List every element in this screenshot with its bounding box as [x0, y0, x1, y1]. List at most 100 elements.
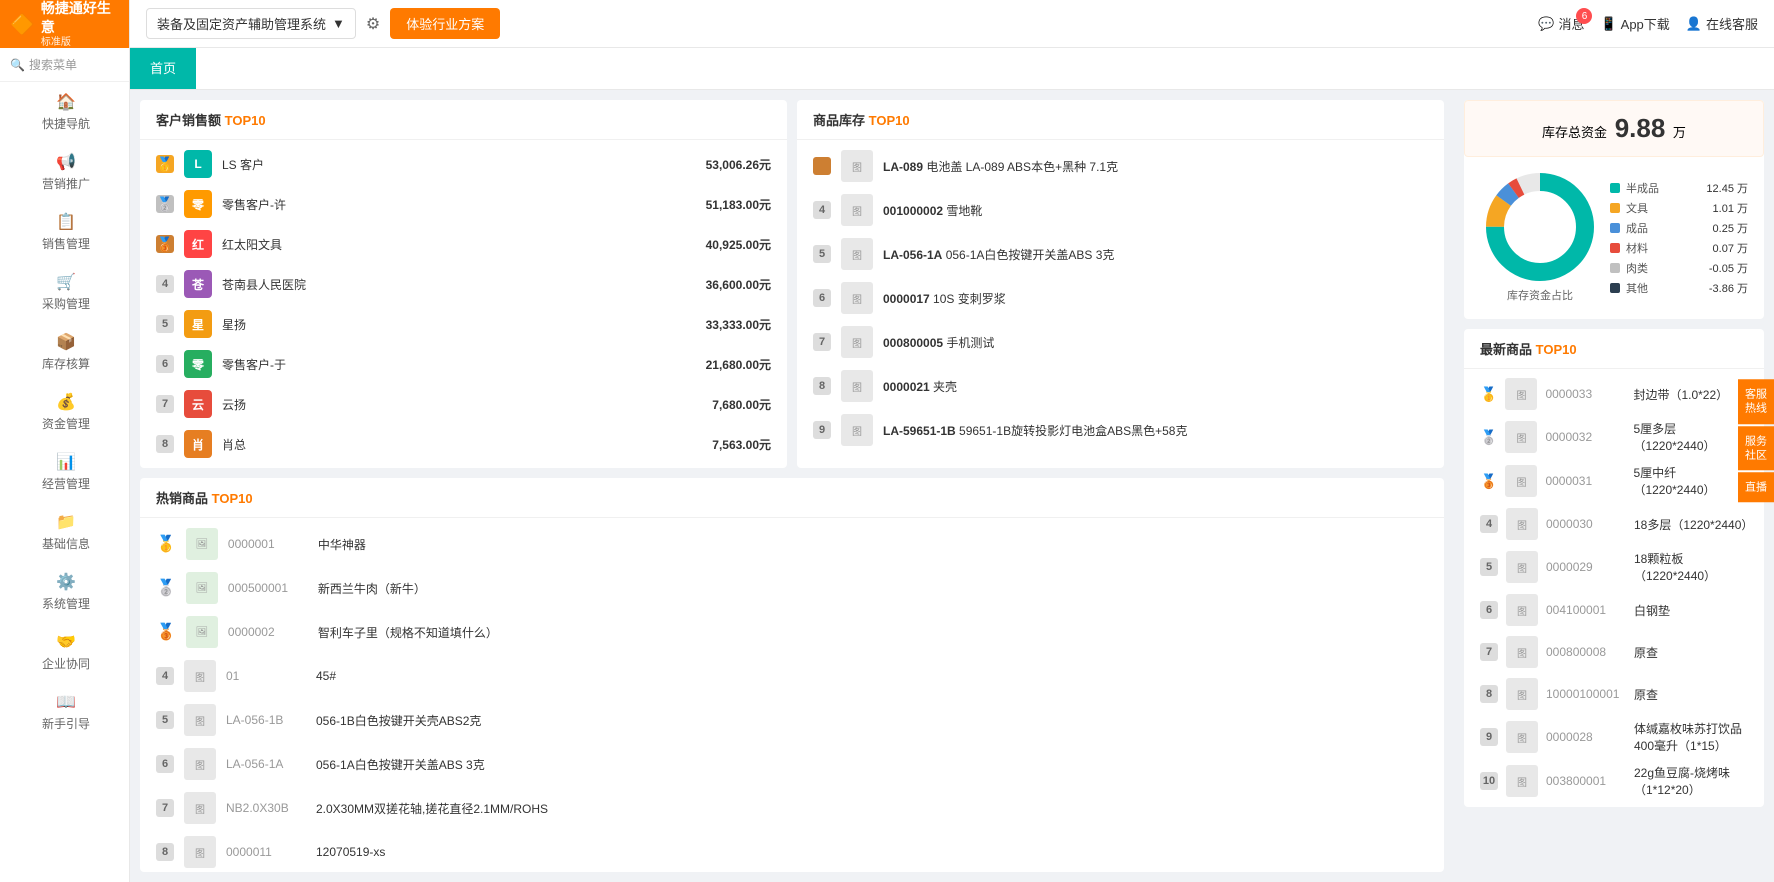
legend-name: 材料 — [1626, 240, 1707, 256]
new-product-image: 图 — [1506, 594, 1538, 626]
product-thumbnail: 🖼 — [186, 528, 218, 560]
hot-product-item: 🥉 🖼 0000002 智利车子里（规格不知道填什么） — [140, 610, 1444, 654]
new-product-image: 图 — [1506, 721, 1538, 753]
product-name: 056-1B白色按键开关壳ABS2克 — [316, 712, 1428, 729]
legend-item: 成品 0.25 万 — [1610, 220, 1748, 236]
new-product-name: 18颗粒板（1220*2440） — [1634, 550, 1748, 584]
rank-number: 5 — [813, 245, 831, 263]
tab-home[interactable]: 首页 — [130, 48, 196, 89]
legend-value: 1.01 万 — [1713, 200, 1748, 216]
product-code: 01 — [226, 669, 306, 683]
hot-product-item: 4 图 01 45# — [140, 654, 1444, 698]
sidebar-item-经营管理[interactable]: 📊 经营管理 — [0, 442, 129, 502]
nav-icon: 📋 — [56, 212, 76, 232]
product-thumbnail: 🖼 — [186, 616, 218, 648]
inventory-total-card: 库存总资金 9.88 万 — [1464, 100, 1764, 319]
customer-rank-item: 4 苍 苍南县人民医院 36,600.00元 — [140, 264, 787, 304]
product-name: 中华神器 — [318, 536, 1428, 553]
rank-number: 🥇 — [156, 155, 174, 173]
product-thumbnail: 🖼 — [186, 572, 218, 604]
sidebar-item-企业协同[interactable]: 🤝 企业协同 — [0, 622, 129, 682]
sidebar-item-营销推广[interactable]: 📢 营销推广 — [0, 142, 129, 202]
rank-number: 7 — [813, 333, 831, 351]
hot-products-header: 热销商品 TOP10 — [140, 478, 1444, 518]
customer-name: 零售客户-于 — [222, 356, 696, 373]
nav-label: 采购管理 — [42, 295, 90, 312]
legend-name: 成品 — [1626, 220, 1707, 236]
new-product-image: 图 — [1505, 465, 1537, 497]
main-area: 装备及固定资产辅助管理系统 ▼ ⚙ 体验行业方案 💬 消息 6 📱 App下载 … — [130, 0, 1774, 882]
new-product-item: 5 图 0000029 18颗粒板（1220*2440） — [1464, 545, 1764, 589]
new-product-name: 体缄嘉枚味苏打饮品400毫升（1*15） — [1634, 720, 1748, 754]
new-product-name: 18多层（1220*2440） — [1634, 516, 1748, 533]
customer-avatar: 肖 — [184, 430, 212, 458]
new-product-item: 6 图 004100001 白钢垫 — [1464, 589, 1764, 631]
new-products-title: 最新商品 TOP10 — [1480, 339, 1577, 358]
hot-product-item: 8 图 0000011 12070519-xs — [140, 830, 1444, 872]
sidebar-item-库存核算[interactable]: 📦 库存核算 — [0, 322, 129, 382]
float-btn-直播[interactable]: 直播 — [1738, 472, 1774, 502]
new-product-name: 原查 — [1634, 686, 1748, 703]
online-service-btn[interactable]: 👤 在线客服 — [1686, 14, 1758, 33]
customer-value: 33,333.00元 — [706, 316, 771, 333]
new-products-card: 最新商品 TOP10 🥇 图 0000033 封边带（1.0*22） 🥈 图 0… — [1464, 329, 1764, 807]
settings-icon[interactable]: ⚙ — [366, 14, 380, 34]
donut-section: 库存资金占比 半成品 12.45 万 文具 1.01 万 成品 0.25 万 材… — [1464, 157, 1764, 319]
inventory-rank-item: 4 图 001000002 雪地靴 — [797, 188, 1444, 232]
legend-color — [1610, 203, 1620, 213]
trial-btn[interactable]: 体验行业方案 — [390, 8, 500, 39]
donut-sub-label: 库存资金占比 — [1507, 287, 1573, 309]
message-btn[interactable]: 💬 消息 6 — [1538, 14, 1584, 33]
customer-value: 21,680.00元 — [706, 356, 771, 373]
nav-label: 基础信息 — [42, 535, 90, 552]
new-product-name: 原查 — [1634, 644, 1748, 661]
customer-avatar: 零 — [184, 350, 212, 378]
customer-value: 51,183.00元 — [706, 196, 771, 213]
new-product-item: 9 图 0000028 体缄嘉枚味苏打饮品400毫升（1*15） — [1464, 715, 1764, 759]
product-thumbnail: 图 — [184, 704, 216, 736]
sidebar-item-快捷导航[interactable]: 🏠 快捷导航 — [0, 82, 129, 142]
app-download-btn[interactable]: 📱 App下载 — [1600, 14, 1669, 33]
rank-number: 7 — [156, 395, 174, 413]
customer-name: LS 客户 — [222, 156, 696, 173]
new-product-code: 003800001 — [1546, 774, 1626, 788]
customer-rank-list: 🥇 L LS 客户 53,006.26元 🥈 零 零售客户-许 51,183.0… — [140, 140, 787, 468]
inventory-top10-title: 商品库存 TOP10 — [813, 110, 910, 129]
rank-number: 🥉 — [156, 235, 174, 253]
sidebar-item-资金管理[interactable]: 💰 资金管理 — [0, 382, 129, 442]
new-product-item: 7 图 000800008 原查 — [1464, 631, 1764, 673]
chevron-down-icon: ▼ — [332, 16, 345, 31]
legend-color — [1610, 263, 1620, 273]
customer-value: 7,680.00元 — [712, 396, 771, 413]
hot-product-item: 🥇 🖼 0000001 中华神器 — [140, 522, 1444, 566]
float-btn-服务社区[interactable]: 服务社区 — [1738, 426, 1774, 471]
hot-products-title: 热销商品 TOP10 — [156, 488, 253, 507]
customer-avatar: 零 — [184, 190, 212, 218]
inventory-top10-card: 商品库存 TOP10 图 LA-089 电池盖 LA-089 ABS本色+黑种 … — [797, 100, 1444, 468]
sidebar-item-新手引导[interactable]: 📖 新手引导 — [0, 682, 129, 742]
product-thumbnail: 图 — [184, 660, 216, 692]
product-name: 056-1A白色按键开关盖ABS 3克 — [316, 756, 1428, 773]
legend-name: 文具 — [1626, 200, 1707, 216]
search-icon: 🔍 — [10, 58, 25, 72]
sidebar-item-销售管理[interactable]: 📋 销售管理 — [0, 202, 129, 262]
new-product-image: 图 — [1506, 636, 1538, 668]
customer-avatar: 云 — [184, 390, 212, 418]
sidebar-item-基础信息[interactable]: 📁 基础信息 — [0, 502, 129, 562]
sidebar-item-采购管理[interactable]: 🛒 采购管理 — [0, 262, 129, 322]
nav-icon: 🛒 — [56, 272, 76, 292]
float-btn-客服热线[interactable]: 客服热线 — [1738, 379, 1774, 424]
rank-number — [813, 157, 831, 175]
product-info: 001000002 雪地靴 — [883, 202, 1428, 219]
customer-ranking-card: 客户销售额 TOP10 🥇 L LS 客户 53,006.26元 🥈 零 零售客… — [140, 100, 787, 468]
product-name: 新西兰牛肉（新牛） — [318, 580, 1428, 597]
search-menu[interactable]: 🔍 搜索菜单 — [0, 48, 129, 82]
rank-number: 5 — [156, 315, 174, 333]
inventory-total-unit: 万 — [1673, 125, 1686, 140]
sidebar-item-系统管理[interactable]: ⚙️ 系统管理 — [0, 562, 129, 622]
logo-main: 畅捷通好生意 — [41, 0, 119, 36]
page-tabs: 首页 — [130, 48, 1774, 90]
nav-icon: 🏠 — [56, 92, 76, 112]
system-selector[interactable]: 装备及固定资产辅助管理系统 ▼ — [146, 8, 356, 39]
product-name: 45# — [316, 669, 1428, 683]
